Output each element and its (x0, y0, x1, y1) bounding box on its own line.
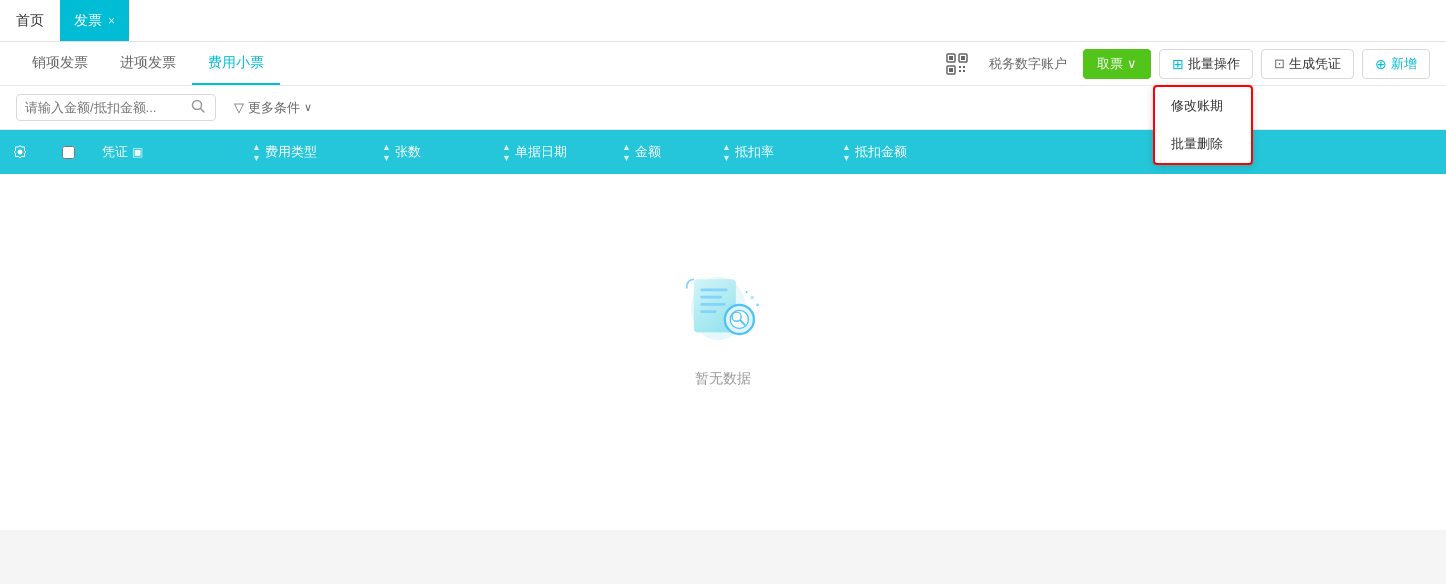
sub-nav-item-purchase[interactable]: 进项发票 (104, 42, 192, 85)
sub-nav-item-sales[interactable]: 销项发票 (16, 42, 104, 85)
tax-account-button[interactable]: 税务数字账户 (981, 55, 1075, 73)
sub-nav-label-sales: 销项发票 (32, 54, 88, 72)
table-header-checkbox[interactable] (58, 146, 98, 159)
table-header-expense-type: ▲▼ 费用类型 (248, 142, 378, 163)
svg-rect-18 (700, 303, 725, 306)
sub-nav-label-purchase: 进项发票 (120, 54, 176, 72)
sort-arrows-deduct-rate[interactable]: ▲▼ (722, 142, 731, 163)
svg-rect-7 (963, 66, 965, 68)
sort-arrows-expense[interactable]: ▲▼ (252, 142, 261, 163)
svg-rect-16 (700, 289, 727, 292)
deduct-rate-col-label: 抵扣率 (735, 143, 774, 161)
svg-rect-3 (961, 56, 965, 60)
table-header-date: ▲▼ 单据日期 (498, 142, 618, 163)
filter-button[interactable]: ▽ 更多条件 ∨ (226, 95, 320, 121)
invoice-tab[interactable]: 发票 × (60, 0, 129, 41)
select-all-checkbox[interactable] (62, 146, 75, 159)
take-invoice-chevron-icon: ∨ (1127, 56, 1137, 71)
sub-nav-label-expense: 费用小票 (208, 54, 264, 72)
batch-ops-button[interactable]: ⊞ 批量操作 (1159, 49, 1253, 79)
take-invoice-label: 取票 (1097, 55, 1123, 73)
top-nav: 首页 发票 × (0, 0, 1446, 42)
table-header-deduct-rate: ▲▼ 抵扣率 (718, 142, 838, 163)
voucher-col-label: 凭证 (102, 143, 128, 161)
sub-nav-item-expense[interactable]: 费用小票 (192, 42, 280, 85)
expense-type-col-label: 费用类型 (265, 143, 317, 161)
filter-chevron-icon: ∨ (304, 101, 312, 114)
empty-state: 暂无数据 (0, 174, 1446, 428)
close-icon[interactable]: × (108, 14, 115, 28)
search-input[interactable] (25, 100, 185, 115)
empty-state-icon (673, 254, 773, 354)
sort-arrows-count[interactable]: ▲▼ (382, 142, 391, 163)
sort-arrows-date[interactable]: ▲▼ (502, 142, 511, 163)
svg-rect-5 (949, 68, 953, 72)
add-icon: ⊕ (1375, 56, 1387, 72)
add-label: 新增 (1391, 55, 1417, 73)
invoice-tab-label: 发票 (74, 12, 102, 30)
amount-col-label: 金额 (635, 143, 661, 161)
table-header-amount: ▲▼ 金额 (618, 142, 718, 163)
sort-arrows-deduct-amount[interactable]: ▲▼ (842, 142, 851, 163)
date-col-label: 单据日期 (515, 143, 567, 161)
qr-icon-button[interactable] (941, 48, 973, 80)
toolbar-right: 税务数字账户 取票 ∨ ⊞ 批量操作 修改账期 批量删除 ⊡ 生成凭证 ⊕ (941, 48, 1430, 80)
take-invoice-button[interactable]: 取票 ∨ (1083, 49, 1151, 79)
svg-point-25 (756, 304, 759, 307)
sub-nav-toolbar-row: 销项发票 进项发票 费用小票 税务数字账户 (0, 42, 1446, 86)
empty-state-text: 暂无数据 (695, 370, 751, 388)
table-header-settings[interactable] (8, 144, 58, 160)
dropdown-item-modify-period[interactable]: 修改账期 (1155, 87, 1251, 125)
batch-ops-icon: ⊞ (1172, 56, 1184, 72)
svg-rect-19 (700, 310, 716, 313)
table-header-deduct-amount: ▲▼ 抵扣金额 (838, 142, 1438, 163)
sub-nav: 销项发票 进项发票 费用小票 (16, 42, 280, 85)
gen-voucher-label: 生成凭证 (1289, 55, 1341, 73)
svg-point-12 (18, 150, 23, 155)
filter-label: 更多条件 (248, 99, 300, 117)
search-box (16, 94, 216, 121)
gen-voucher-icon: ⊡ (1274, 56, 1285, 71)
svg-rect-1 (949, 56, 953, 60)
svg-point-26 (746, 291, 748, 293)
count-col-label: 张数 (395, 143, 421, 161)
svg-line-11 (201, 109, 205, 113)
batch-ops-dropdown-menu: 修改账期 批量删除 (1153, 85, 1253, 165)
table-header-voucher: 凭证 ▣ (98, 143, 218, 161)
voucher-filter-icon[interactable]: ▣ (132, 145, 143, 159)
gen-voucher-button[interactable]: ⊡ 生成凭证 (1261, 49, 1354, 79)
dropdown-item-batch-delete[interactable]: 批量删除 (1155, 125, 1251, 163)
home-nav-item[interactable]: 首页 (0, 0, 60, 41)
svg-rect-9 (963, 70, 965, 72)
svg-rect-6 (959, 66, 961, 68)
add-button[interactable]: ⊕ 新增 (1362, 49, 1430, 79)
filter-icon: ▽ (234, 100, 244, 115)
svg-rect-8 (959, 70, 961, 72)
content-area: 凭证 ▣ ▲▼ 费用类型 ▲▼ 张数 ▲▼ 单据日期 ▲▼ 金额 ▲▼ 抵扣率 (0, 130, 1446, 530)
batch-ops-label: 批量操作 (1188, 55, 1240, 73)
batch-ops-container: ⊞ 批量操作 修改账期 批量删除 (1159, 49, 1253, 79)
search-icon[interactable] (191, 99, 205, 116)
svg-point-24 (750, 296, 754, 300)
sort-arrows-amount[interactable]: ▲▼ (622, 142, 631, 163)
svg-rect-17 (700, 296, 722, 299)
table-header-count: ▲▼ 张数 (378, 142, 498, 163)
deduct-amount-col-label: 抵扣金额 (855, 143, 907, 161)
